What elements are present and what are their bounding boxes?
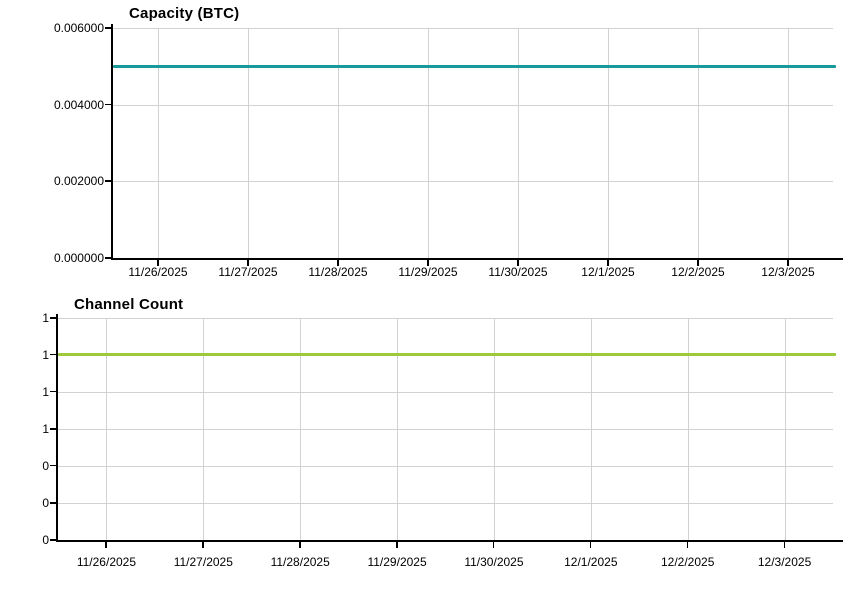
y-axis-tick-label: 1	[42, 422, 49, 436]
gridline-vertical	[106, 318, 108, 540]
x-axis-tick	[396, 542, 398, 548]
x-axis-tick	[686, 542, 689, 548]
x-axis-tick	[589, 542, 592, 548]
x-axis-tick-label: 11/27/2025	[173, 555, 233, 569]
x-axis-tick	[783, 542, 786, 548]
y-axis-tick-label: 0	[42, 458, 49, 473]
x-axis-tick-label: 11/26/2025	[76, 555, 137, 569]
gridline-horizontal	[58, 503, 833, 504]
y-axis-tick-label: 0	[42, 533, 49, 547]
gridline-horizontal	[58, 391, 833, 393]
x-axis-tick	[202, 542, 204, 548]
channel-count-chart: Channel Count 1 1 1 1 0 0 0 11/26/2025 11/27/202…	[0, 0, 860, 600]
gridline-vertical	[784, 318, 786, 540]
dual-chart-panel: Capacity (BTC) 0.006000 0.004000 0.002000 0…	[0, 0, 860, 600]
x-axis-tick	[492, 542, 495, 548]
gridline-vertical	[493, 318, 495, 540]
x-axis-tick-label: 12/1/2025	[564, 555, 618, 569]
x-axis-tick-label: 11/29/2025	[367, 555, 427, 569]
channel-count-plot-area: 1 1 1 1 0 0 0 11/26/2025 11/27/2025 11/28/2025 11/…	[42, 312, 843, 568]
x-axis-tick-label: 11/30/2025	[464, 555, 524, 569]
x-axis-tick	[105, 542, 107, 548]
gridline-vertical	[687, 318, 689, 540]
gridline-horizontal	[58, 429, 833, 430]
x-axis-tick	[299, 542, 301, 548]
channel-count-series-line	[58, 353, 836, 357]
x-axis-line	[56, 540, 843, 542]
y-axis-tick-label: 1	[42, 311, 49, 325]
gridline-vertical	[590, 318, 592, 540]
y-axis-tick-label: 1	[42, 347, 49, 362]
gridline-horizontal	[58, 465, 833, 467]
y-axis-tick-label: 0	[42, 496, 49, 510]
y-axis-tick-label: 1	[42, 384, 49, 399]
gridline-horizontal	[58, 318, 833, 319]
y-axis-line	[56, 314, 58, 540]
gridline-vertical	[397, 318, 399, 540]
x-axis-tick-label: 12/2/2025	[660, 555, 715, 569]
x-axis-tick-label: 11/28/2025	[270, 555, 330, 569]
channel-count-chart-title: Channel Count	[74, 296, 184, 313]
gridline-vertical	[203, 318, 205, 540]
gridline-vertical	[300, 318, 302, 540]
x-axis-tick-label: 12/3/2025	[757, 555, 812, 569]
